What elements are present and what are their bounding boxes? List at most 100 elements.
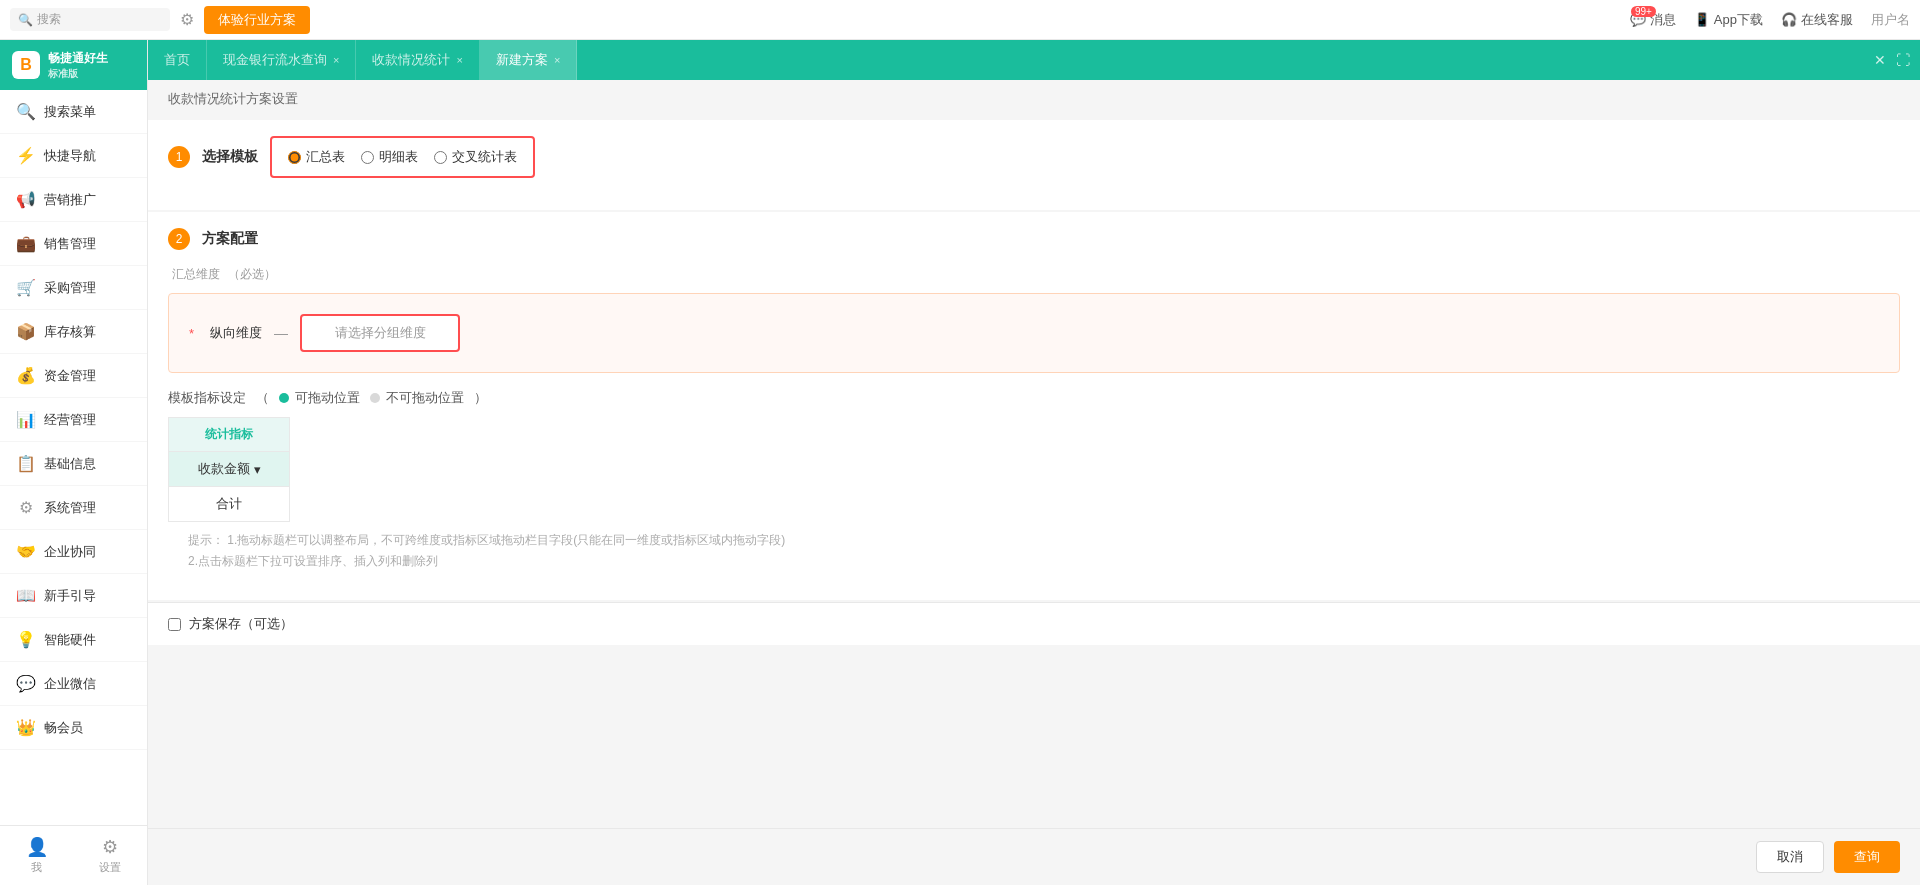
sidebar-item-13[interactable]: 💬企业微信 — [0, 662, 147, 706]
sidebar: B 畅捷通好生 标准版 🔍搜索菜单⚡快捷导航 📢 营销推广 💼销售管理 🛒 采购管理 📦 库存… — [0, 40, 148, 885]
page-title: 收款情况统计方案设置 — [168, 91, 298, 106]
tab-label-2: 收款情况统计 — [372, 51, 450, 69]
tip-1: 提示： 1.拖动标题栏可以调整布局，不可跨维度或指标区域拖动栏目字段(只能在同一… — [188, 532, 1880, 549]
required-asterisk: * — [189, 326, 194, 341]
tab-1[interactable]: 现金银行流水查询× — [207, 40, 356, 80]
radio-detail-input[interactable] — [361, 151, 374, 164]
user-name: 用户名 — [1871, 11, 1910, 29]
sidebar-item-6[interactable]: 💰资金管理 — [0, 354, 147, 398]
tab-label-0: 首页 — [164, 51, 190, 69]
sidebar-item-4[interactable]: 🛒 采购管理 — [0, 266, 147, 310]
close-window-btn[interactable]: ✕ — [1874, 52, 1886, 68]
tab-2[interactable]: 收款情况统计 × — [356, 40, 479, 80]
sidebar-item-8[interactable]: 📋基础信息 — [0, 442, 147, 486]
dimension-title: 汇总维度 （必选） — [168, 266, 1900, 283]
sidebar-item-3[interactable]: 💼销售管理 — [0, 222, 147, 266]
metrics-section: 模板指标设定 （ 可拖动位置 不可拖动位置 ） — [168, 389, 1900, 522]
radio-crosstab-input[interactable] — [434, 151, 447, 164]
search-box[interactable]: 🔍 搜索 — [10, 8, 170, 31]
page-title-section: 收款情况统计方案设置 — [148, 80, 1920, 118]
sidebar-item-1[interactable]: ⚡快捷导航 — [0, 134, 147, 178]
trial-btn[interactable]: 体验行业方案 — [204, 6, 310, 34]
sidebar-label-8: 基础信息 — [44, 455, 96, 473]
content-area: 收款情况统计方案设置 1 选择模板 汇总表 — [148, 80, 1920, 828]
tab-close-3[interactable]: × — [554, 54, 560, 66]
sidebar-icon-9: ⚙ — [16, 498, 36, 517]
metrics-config-row: 模板指标设定 （ 可拖动位置 不可拖动位置 ） — [168, 389, 1900, 407]
tab-close-2[interactable]: × — [456, 54, 462, 66]
sidebar-label-2: 营销推广 — [44, 191, 96, 209]
sidebar-item-14[interactable]: 👑畅会员 — [0, 706, 147, 750]
step2-badge: 2 — [168, 228, 190, 250]
arrow-icon: — — [274, 325, 288, 341]
tab-close-1[interactable]: × — [333, 54, 339, 66]
sidebar-icon-14: 👑 — [16, 718, 36, 737]
dropdown-icon[interactable]: ▾ — [254, 462, 261, 477]
sidebar-item-9[interactable]: ⚙系统管理 — [0, 486, 147, 530]
sidebar-label-0: 搜索菜单 — [44, 103, 96, 121]
radio-crosstab[interactable]: 交叉统计表 — [434, 148, 517, 166]
tab-actions: ✕ ⛶ — [1864, 40, 1920, 80]
sidebar-icon-5: 📦 — [16, 322, 36, 341]
vertical-dim-label: 纵向维度 — [210, 324, 262, 342]
non-draggable-indicator: 不可拖动位置 — [370, 389, 464, 407]
maximize-btn[interactable]: ⛶ — [1896, 52, 1910, 68]
non-draggable-dot — [370, 393, 380, 403]
logo-icon: B — [12, 51, 40, 79]
sidebar-item-10[interactable]: 🤝企业协同 — [0, 530, 147, 574]
dim-select[interactable]: 请选择分组维度 — [300, 314, 460, 352]
logo-badge: 标准版 — [48, 67, 108, 81]
metrics-col-header[interactable]: 收款金额 ▾ — [169, 452, 289, 487]
dimension-required-hint: （必选） — [228, 267, 276, 281]
sidebar-item-5[interactable]: 📦 库存核算 — [0, 310, 147, 354]
query-button[interactable]: 查询 — [1834, 841, 1900, 873]
sidebar-item-0[interactable]: 🔍搜索菜单 — [0, 90, 147, 134]
metrics-table: 统计指标 收款金额 ▾ 合计 — [168, 417, 290, 522]
message-btn[interactable]: 💬 99+ 消息 — [1630, 11, 1676, 29]
draggable-dot — [279, 393, 289, 403]
paren-close: ） — [474, 389, 487, 407]
settings-icon: ⚙ — [102, 836, 118, 858]
metrics-col-inner: 收款金额 ▾ — [177, 460, 281, 478]
layout: B 畅捷通好生 标准版 🔍搜索菜单⚡快捷导航 📢 营销推广 💼销售管理 🛒 采购管理 📦 库存… — [0, 40, 1920, 885]
gear-icon[interactable]: ⚙ — [180, 10, 194, 29]
service-label: 在线客服 — [1801, 11, 1853, 29]
sidebar-item-7[interactable]: 📊经营管理 — [0, 398, 147, 442]
sidebar-label-12: 智能硬件 — [44, 631, 96, 649]
sidebar-icon-7: 📊 — [16, 410, 36, 429]
dimension-section: 汇总维度 （必选） * 纵向维度 — 请选择分组维度 — [168, 266, 1900, 373]
radio-summary[interactable]: 汇总表 — [288, 148, 345, 166]
sidebar-item-11[interactable]: 📖新手引导 — [0, 574, 147, 618]
sidebar-label-10: 企业协同 — [44, 543, 96, 561]
user-icon: 👤 — [26, 836, 48, 858]
logo-text: 畅捷通好生 标准版 — [48, 50, 108, 81]
sidebar-icon-2: 📢 — [16, 190, 36, 209]
sidebar-user[interactable]: 👤 我 — [26, 836, 48, 875]
download-btn[interactable]: 📱 App下载 — [1694, 11, 1763, 29]
sidebar-label-4: 采购管理 — [44, 279, 96, 297]
sidebar-bottom: 👤 我 ⚙ 设置 — [0, 825, 147, 885]
top-bar-right: 💬 99+ 消息 📱 App下载 🎧 在线客服 用户名 — [1630, 11, 1910, 29]
cancel-button[interactable]: 取消 — [1756, 841, 1824, 873]
sidebar-settings[interactable]: ⚙ 设置 — [99, 836, 121, 875]
radio-summary-input[interactable] — [288, 151, 301, 164]
step1-row: 1 选择模板 汇总表 明细表 — [168, 136, 1900, 178]
tab-0[interactable]: 首页 — [148, 40, 207, 80]
sidebar-icon-4: 🛒 — [16, 278, 36, 297]
paren-open: （ — [256, 389, 269, 407]
step2-section: 2 方案配置 汇总维度 （必选） * 纵向维度 — 请选择分组维度 — [148, 212, 1920, 600]
tab-label-3: 新建方案 — [496, 51, 548, 69]
radio-detail[interactable]: 明细表 — [361, 148, 418, 166]
sidebar-item-2[interactable]: 📢 营销推广 — [0, 178, 147, 222]
radio-group-template: 汇总表 明细表 交叉统计表 — [288, 148, 517, 166]
radio-crosstab-label: 交叉统计表 — [452, 148, 517, 166]
sidebar-label-3: 销售管理 — [44, 235, 96, 253]
save-checkbox[interactable] — [168, 618, 181, 631]
service-btn[interactable]: 🎧 在线客服 — [1781, 11, 1853, 29]
non-draggable-label: 不可拖动位置 — [386, 389, 464, 407]
sidebar-label-5: 库存核算 — [44, 323, 96, 341]
metrics-col-label: 收款金额 — [198, 460, 250, 478]
sidebar-item-12[interactable]: 💡智能硬件 — [0, 618, 147, 662]
sidebar-icon-1: ⚡ — [16, 146, 36, 165]
tab-3[interactable]: 新建方案 × — [480, 40, 577, 80]
